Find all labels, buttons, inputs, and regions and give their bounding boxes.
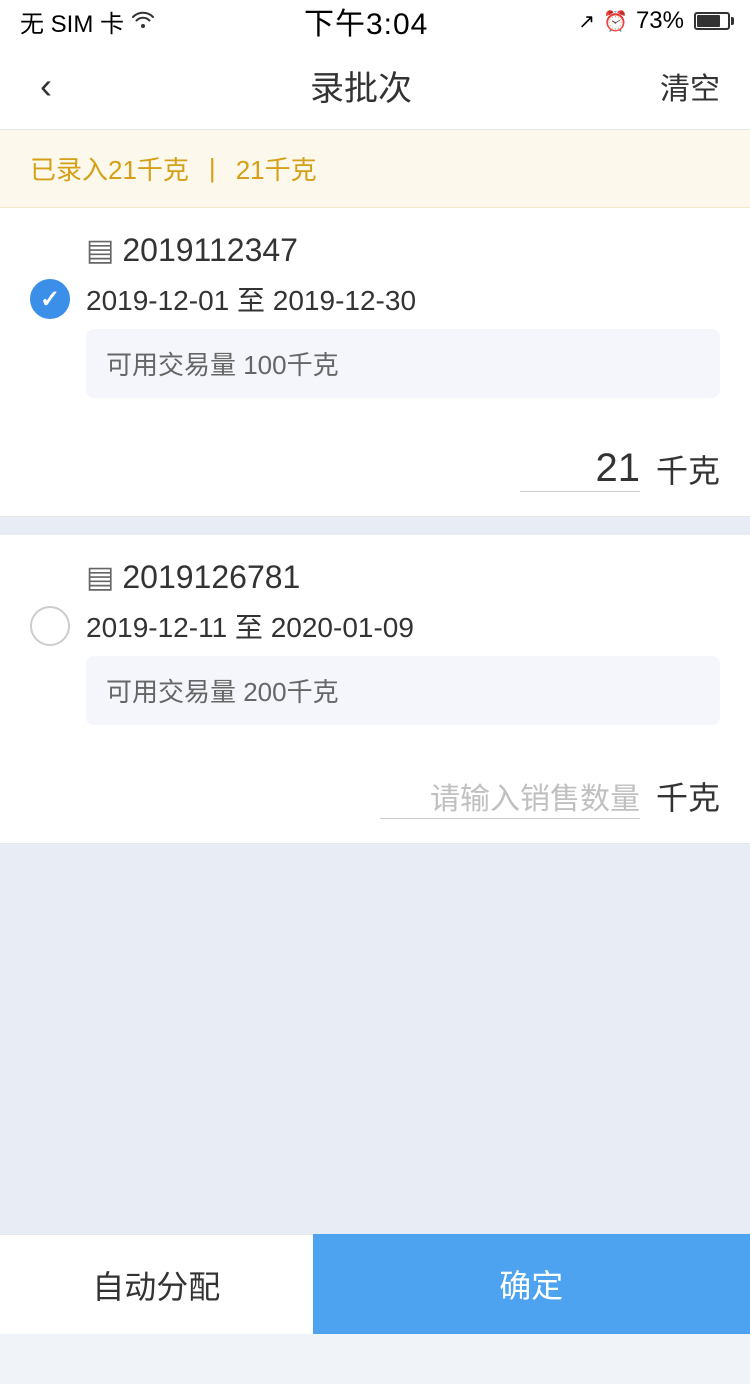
batch-1-quantity-field[interactable]: 21 (520, 446, 640, 492)
sim-label: 无 SIM 卡 (20, 4, 124, 39)
batch-item-1-inner: ▤ 2019112347 2019-12-01 至 2019-12-30 可用交… (0, 208, 750, 422)
section-gap-1 (0, 517, 750, 535)
wifi-icon (132, 8, 154, 34)
status-bar: 无 SIM 卡 下午3:04 ↗ ⏰ 73% (0, 0, 750, 42)
batch-1-unit: 千克 (656, 446, 720, 492)
batch-1-date: 2019-12-01 至 2019-12-30 (86, 279, 416, 319)
batch-1-icon: ▤ (86, 233, 114, 268)
batch-1-id-row: ▤ 2019112347 (30, 232, 720, 269)
batch-2-id: 2019126781 (122, 559, 300, 596)
info-banner: 已录入21千克 | 21千克 (0, 130, 750, 208)
batch-2-unit: 千克 (656, 773, 720, 819)
empty-area (0, 844, 750, 1284)
total-amount: 21千克 (236, 150, 317, 187)
batch-2-icon: ▤ (86, 560, 114, 595)
clear-button[interactable]: 清空 (660, 64, 720, 108)
batch-2-available: 可用交易量 200千克 (86, 656, 720, 725)
batch-2-date: 2019-12-11 至 2020-01-09 (86, 606, 414, 646)
battery-icon (694, 12, 730, 30)
batch-1-quantity-row: 21 千克 (0, 422, 750, 517)
batch-2-input-row: 请输入销售数量 千克 (0, 749, 750, 844)
battery-percent: 73% (636, 7, 684, 35)
batch-1-radio[interactable] (30, 279, 70, 319)
batch-item-2-inner: ▤ 2019126781 2019-12-11 至 2020-01-09 可用交… (0, 535, 750, 749)
status-time: 下午3:04 (304, 0, 428, 43)
batch-1-available: 可用交易量 100千克 (86, 329, 720, 398)
batch-2-quantity-field[interactable]: 请输入销售数量 (380, 774, 640, 819)
confirm-button[interactable]: 确定 (313, 1234, 750, 1334)
status-right: ↗ ⏰ 73% (578, 7, 730, 35)
page-title: 录批次 (310, 61, 412, 110)
bottom-bar: 自动分配 确定 (0, 1234, 750, 1334)
back-button[interactable]: ‹ (30, 55, 62, 117)
batch-2-radio[interactable] (30, 606, 70, 646)
batch-2-date-row: 2019-12-11 至 2020-01-09 (30, 606, 720, 646)
batch-1-id: 2019112347 (122, 232, 298, 269)
status-left: 无 SIM 卡 (20, 4, 154, 39)
recorded-amount: 已录入21千克 (30, 150, 189, 187)
batch-item-2: ▤ 2019126781 2019-12-11 至 2020-01-09 可用交… (0, 535, 750, 844)
batch-item-1: ▤ 2019112347 2019-12-01 至 2019-12-30 可用交… (0, 208, 750, 517)
batch-2-quantity-placeholder: 请输入销售数量 (430, 783, 640, 816)
batch-1-date-row: 2019-12-01 至 2019-12-30 (30, 279, 720, 319)
alarm-icon: ⏰ (603, 9, 628, 34)
batch-1-quantity-value: 21 (595, 446, 640, 490)
info-divider-icon: | (209, 153, 216, 184)
nav-bar: ‹ 录批次 清空 (0, 42, 750, 130)
batch-2-id-row: ▤ 2019126781 (30, 559, 720, 596)
auto-distribute-button[interactable]: 自动分配 (0, 1234, 313, 1334)
gps-icon: ↗ (578, 9, 595, 34)
